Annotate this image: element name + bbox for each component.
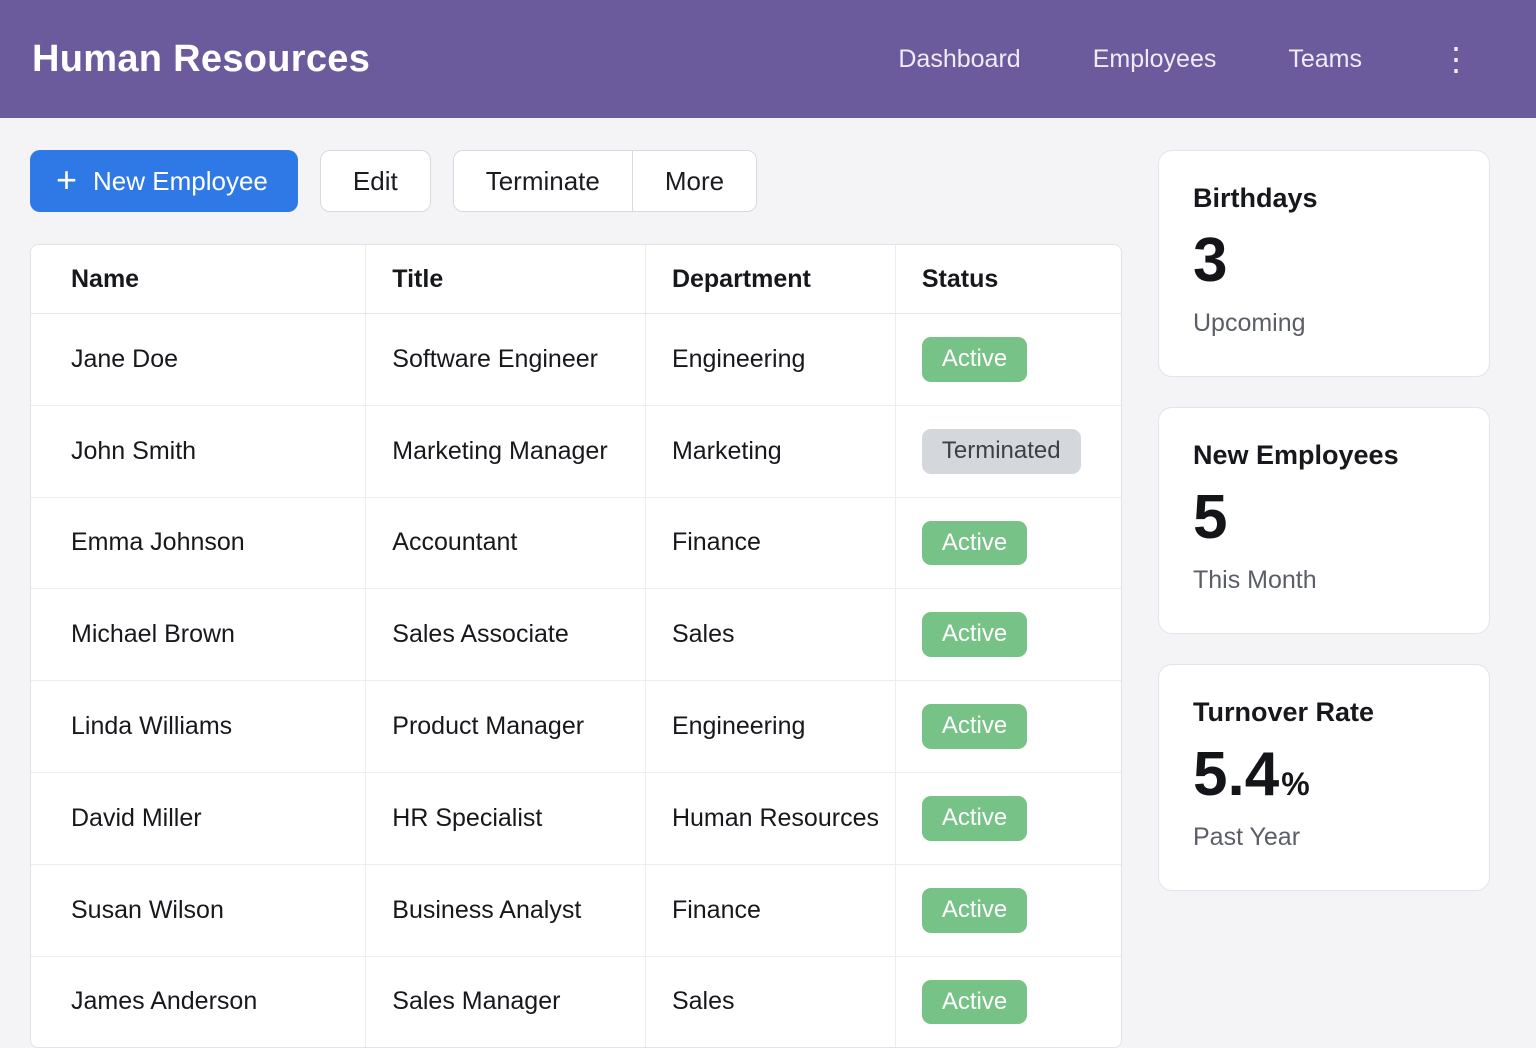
overflow-menu-icon[interactable]: ⋮ (1434, 43, 1478, 75)
employee-table-card: Name Title Department Status Jane Doe Sof… (30, 244, 1122, 1048)
status-badge: Active (921, 612, 1028, 658)
table-row[interactable]: John Smith Marketing Manager Marketing Term… (31, 405, 1121, 498)
employee-name: Susan Wilson (31, 864, 367, 957)
employee-title: Marketing Manager (365, 405, 646, 498)
status-badge: Active (921, 704, 1028, 749)
card-caption: Upcoming (1193, 309, 1306, 338)
employee-status-cell: Active (895, 680, 1121, 773)
card-caption: This Month (1193, 566, 1317, 595)
toolbar: + New Employee Edit Terminate More (30, 150, 1122, 212)
employee-name: Michael Brown (31, 588, 367, 682)
employee-status-cell: Active (895, 772, 1121, 865)
employee-department: Marketing (645, 405, 896, 498)
card-value: 5.4% (1193, 742, 1455, 807)
new-employees-card: New Employees 5 This Month (1158, 407, 1490, 635)
employee-name: David Miller (31, 772, 367, 865)
table-header-row: Name Title Department Status (31, 245, 1121, 314)
employee-title: Product Manager (365, 680, 646, 773)
card-title: Turnover Rate (1193, 697, 1375, 728)
employee-status-cell: Active (895, 313, 1121, 406)
employee-name: James Anderson (31, 956, 367, 1048)
employee-department: Engineering (645, 680, 896, 773)
employee-department: Finance (645, 864, 896, 957)
top-nav: Dashboard Employees Teams ⋮ (898, 43, 1478, 75)
employee-department: Finance (645, 497, 896, 590)
table-row[interactable]: Michael Brown Sales Associate Sales Active (31, 588, 1121, 682)
plus-icon: + (56, 158, 78, 200)
employee-status-cell: Active (895, 864, 1121, 957)
column-header-status: Status (895, 245, 1121, 314)
status-badge: Active (921, 887, 1028, 933)
table-row[interactable]: James Anderson Sales Manager Sales Active (31, 956, 1121, 1048)
table-row[interactable]: Jane Doe Software Engineer Engineering Acti… (31, 313, 1121, 406)
employee-status-cell: Active (895, 956, 1121, 1047)
column-header-title: Title (365, 245, 646, 314)
card-caption: Past Year (1193, 823, 1301, 852)
column-header-name: Name (31, 245, 367, 314)
employee-table: Name Title Department Status Jane Doe Sof… (31, 245, 1121, 1048)
edit-button[interactable]: Edit (319, 150, 431, 212)
employee-status-cell: Terminated (895, 405, 1121, 498)
employee-name: Linda Williams (31, 680, 367, 773)
employee-table-body: Jane Doe Software Engineer Engineering Acti… (31, 313, 1121, 1048)
status-badge: Active (921, 979, 1028, 1025)
employee-title: Software Engineer (365, 313, 646, 406)
turnover-value: 5.4 (1193, 740, 1280, 810)
table-row[interactable]: Susan Wilson Business Analyst Finance Activ… (31, 864, 1121, 957)
more-button[interactable]: More (632, 151, 757, 211)
nav-employees[interactable]: Employees (1093, 45, 1217, 74)
employee-department: Sales (645, 956, 896, 1048)
turnover-rate-card: Turnover Rate 5.4% Past Year (1158, 664, 1490, 892)
birthdays-card: Birthdays 3 Upcoming (1158, 150, 1490, 378)
status-badge: Active (921, 337, 1028, 382)
status-badge: Active (921, 795, 1028, 841)
page-title: Human Resources (32, 37, 371, 80)
employee-title: Business Analyst (365, 864, 646, 957)
employee-name: Emma Johnson (31, 497, 367, 590)
table-row[interactable]: Emma Johnson Accountant Finance Active (31, 497, 1121, 590)
status-badge: Active (921, 520, 1028, 566)
content-area: + New Employee Edit Terminate More Name … (0, 118, 1536, 1048)
card-title: New Employees (1193, 440, 1399, 471)
sidebar: Birthdays 3 Upcoming New Employees 5 Thi… (1158, 150, 1490, 892)
new-employee-button[interactable]: + New Employee (30, 150, 298, 212)
turnover-unit: % (1281, 766, 1310, 803)
new-employee-label: New Employee (93, 165, 268, 196)
nav-teams[interactable]: Teams (1288, 45, 1362, 74)
employee-status-cell: Active (895, 497, 1121, 590)
table-row[interactable]: David Miller HR Specialist Human Resources… (31, 772, 1121, 865)
employee-department: Sales (645, 588, 896, 682)
app-header: Human Resources Dashboard Employees Team… (0, 0, 1536, 118)
terminate-more-group: Terminate More (452, 150, 758, 212)
card-title: Birthdays (1193, 183, 1318, 213)
main-panel: + New Employee Edit Terminate More Name … (30, 150, 1122, 1048)
employee-name: John Smith (31, 405, 367, 498)
table-row[interactable]: Linda Williams Product Manager Engineering… (31, 680, 1121, 773)
nav-dashboard[interactable]: Dashboard (898, 45, 1020, 74)
card-value: 3 (1193, 226, 1228, 295)
employee-title: Sales Associate (365, 588, 646, 682)
employee-department: Human Resources (645, 772, 896, 865)
status-badge: Terminated (921, 428, 1081, 474)
employee-title: HR Specialist (365, 772, 646, 865)
employee-title: Accountant (365, 497, 646, 590)
employee-name: Jane Doe (31, 313, 367, 406)
employee-title: Sales Manager (365, 956, 646, 1048)
employee-status-cell: Active (895, 588, 1121, 682)
column-header-department: Department (645, 245, 896, 314)
card-value: 5 (1193, 483, 1228, 553)
terminate-button[interactable]: Terminate (453, 151, 632, 211)
employee-department: Engineering (645, 313, 896, 406)
